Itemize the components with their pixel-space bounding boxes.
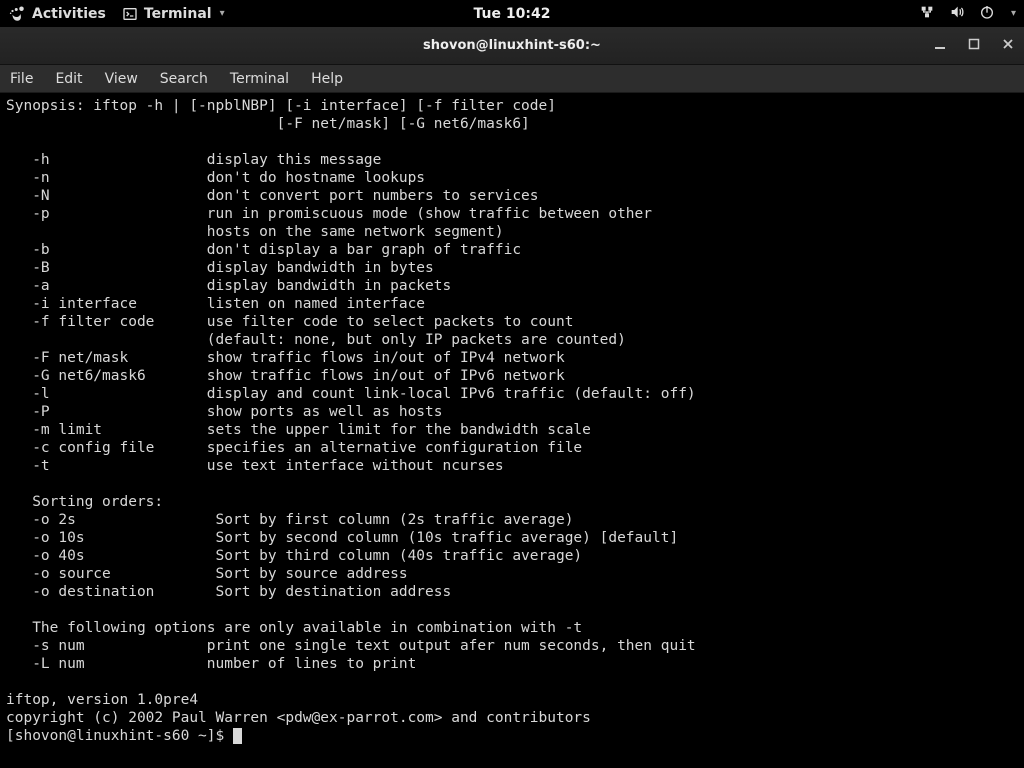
term-line: -L num number of lines to print [6,656,416,672]
term-line: copyright (c) 2002 Paul Warren <pdw@ex-p… [6,710,591,726]
term-line: [-F net/mask] [-G net6/mask6] [6,116,530,132]
term-line: -B display bandwidth in bytes [6,260,434,276]
term-line: -l display and count link-local IPv6 tra… [6,386,696,402]
term-line: -b don't display a bar graph of traffic [6,242,521,258]
menu-bar: File Edit View Search Terminal Help [0,65,1024,93]
volume-icon[interactable] [949,4,965,24]
term-line: -N don't convert port numbers to service… [6,188,539,204]
window-titlebar[interactable]: shovon@linuxhint-s60:~ [0,27,1024,65]
menu-file[interactable]: File [10,71,33,87]
menu-terminal[interactable]: Terminal [230,71,289,87]
menu-edit[interactable]: Edit [55,71,82,87]
menu-help[interactable]: Help [311,71,343,87]
term-line: (default: none, but only IP packets are … [6,332,626,348]
network-icon[interactable] [919,4,935,24]
term-line: -f filter code use filter code to select… [6,314,573,330]
term-line: hosts on the same network segment) [6,224,504,240]
clock[interactable]: Tue 10:42 [474,6,551,22]
menu-search[interactable]: Search [160,71,208,87]
term-line: -m limit sets the upper limit for the ba… [6,422,591,438]
term-line: -o 40s Sort by third column (40s traffic… [6,548,582,564]
window-title: shovon@linuxhint-s60:~ [423,38,601,53]
term-line: -o source Sort by source address [6,566,408,582]
gnome-logo-icon [8,5,26,23]
term-line: Synopsis: iftop -h | [-npblNBP] [-i inte… [6,98,556,114]
system-status-area[interactable]: ▾ [919,4,1016,24]
term-line: -h display this message [6,152,381,168]
term-line: -a display bandwidth in packets [6,278,451,294]
term-line: -s num print one single text output afer… [6,638,696,654]
gnome-top-bar: Activities Terminal ▾ Tue 10:42 ▾ [0,0,1024,27]
cursor-icon [233,728,242,744]
term-line: -o 10s Sort by second column (10s traffi… [6,530,678,546]
term-line: -c config file specifies an alternative … [6,440,582,456]
current-app-menu[interactable]: Terminal ▾ [122,6,225,22]
term-line: -p run in promiscuous mode (show traffic… [6,206,652,222]
term-line: -P show ports as well as hosts [6,404,443,420]
term-line: The following options are only available… [6,620,582,636]
menu-view[interactable]: View [105,71,138,87]
activities-button[interactable]: Activities [32,6,106,22]
term-prompt: [shovon@linuxhint-s60 ~]$ [6,728,233,744]
terminal-icon [122,6,138,22]
terminal-output[interactable]: Synopsis: iftop -h | [-npblNBP] [-i inte… [0,93,1024,768]
power-icon[interactable] [979,4,995,24]
close-button[interactable] [1000,38,1016,54]
term-line: -i interface listen on named interface [6,296,425,312]
chevron-down-icon: ▾ [1011,8,1016,19]
term-line: -F net/mask show traffic flows in/out of… [6,350,565,366]
maximize-button[interactable] [966,38,982,54]
term-line: Sorting orders: [6,494,163,510]
term-line: -n don't do hostname lookups [6,170,425,186]
term-line: -G net6/mask6 show traffic flows in/out … [6,368,565,384]
term-line: -o 2s Sort by first column (2s traffic a… [6,512,573,528]
minimize-button[interactable] [932,38,948,54]
current-app-label: Terminal [144,6,212,22]
chevron-down-icon: ▾ [220,8,225,19]
terminal-window: shovon@linuxhint-s60:~ File Edit View Se… [0,27,1024,768]
term-line: iftop, version 1.0pre4 [6,692,198,708]
term-line: -t use text interface without ncurses [6,458,504,474]
term-line: -o destination Sort by destination addre… [6,584,451,600]
